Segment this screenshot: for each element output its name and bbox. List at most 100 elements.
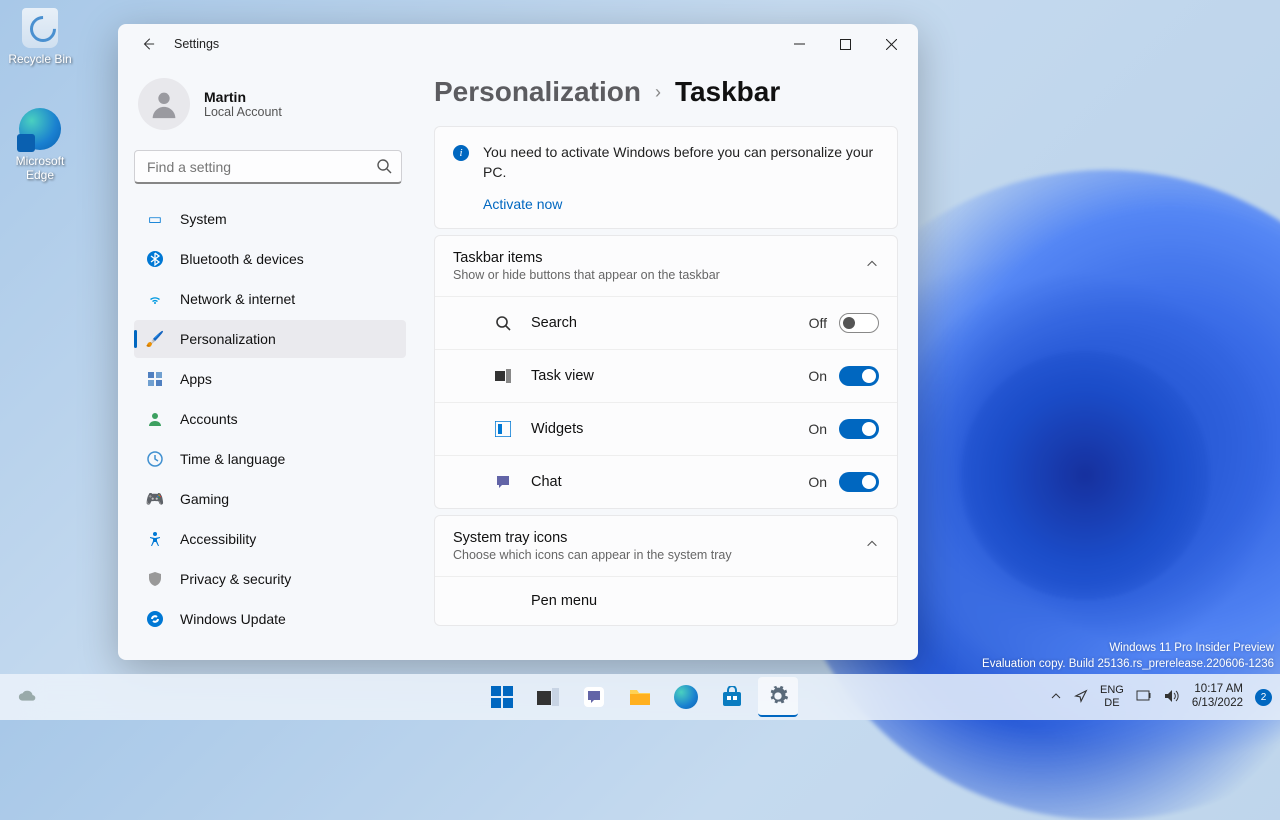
update-icon	[146, 610, 164, 628]
nav-system[interactable]: ▭ System	[134, 200, 406, 238]
apps-icon	[146, 370, 164, 388]
watermark: Windows 11 Pro Insider Preview Evaluatio…	[982, 640, 1274, 672]
toggle-taskview[interactable]	[839, 366, 879, 386]
row-chat: Chat On	[435, 455, 897, 508]
paintbrush-icon: 🖌️	[146, 330, 164, 348]
chat-icon	[493, 474, 513, 490]
store-icon	[721, 686, 743, 708]
nav-network[interactable]: Network & internet	[134, 280, 406, 318]
row-penmenu: Pen menu	[435, 576, 897, 625]
search-icon	[376, 158, 392, 179]
row-taskview: Task view On	[435, 349, 897, 402]
section-header-taskbar-items[interactable]: Taskbar items Show or hide buttons that …	[435, 236, 897, 296]
location-icon[interactable]	[1074, 689, 1088, 706]
taskbar-weather[interactable]	[8, 677, 48, 717]
nav-accessibility[interactable]: Accessibility	[134, 520, 406, 558]
toggle-widgets[interactable]	[839, 419, 879, 439]
desktop-icon-label: Microsoft Edge	[4, 154, 76, 182]
breadcrumb: Personalization › Taskbar	[434, 64, 898, 126]
nav-apps[interactable]: Apps	[134, 360, 406, 398]
bluetooth-icon	[146, 250, 164, 268]
taskbar: ENG DE 10:17 AM 6/13/2022 2	[0, 674, 1280, 720]
chevron-right-icon: ›	[655, 82, 661, 103]
chat-icon	[583, 686, 605, 708]
recycle-bin-icon	[22, 8, 58, 48]
titlebar: Settings	[118, 24, 918, 64]
taskbar-chat[interactable]	[574, 677, 614, 717]
taskbar-store[interactable]	[712, 677, 752, 717]
nav-gaming[interactable]: 🎮 Gaming	[134, 480, 406, 518]
maximize-button[interactable]	[822, 28, 868, 60]
activation-notice: i You need to activate Windows before yo…	[434, 126, 898, 229]
gear-icon	[767, 685, 789, 707]
back-button[interactable]	[130, 26, 166, 62]
language-indicator[interactable]: ENG DE	[1100, 684, 1124, 710]
minimize-icon	[794, 39, 805, 50]
arrow-left-icon	[141, 37, 155, 51]
avatar	[138, 78, 190, 130]
maximize-icon	[840, 39, 851, 50]
search-input[interactable]	[134, 150, 402, 184]
nav-update[interactable]: Windows Update	[134, 600, 406, 638]
clock[interactable]: 10:17 AM 6/13/2022	[1192, 683, 1243, 711]
edge-icon	[674, 685, 698, 709]
search-container	[134, 150, 402, 184]
widgets-icon	[493, 421, 513, 437]
row-widgets: Widgets On	[435, 402, 897, 455]
window-title: Settings	[174, 37, 219, 51]
nav-privacy[interactable]: Privacy & security	[134, 560, 406, 598]
search-icon	[493, 315, 513, 331]
nav-accounts[interactable]: Accounts	[134, 400, 406, 438]
tray-chevron-up-icon[interactable]	[1050, 690, 1062, 705]
toggle-chat[interactable]	[839, 472, 879, 492]
section-header-system-tray[interactable]: System tray icons Choose which icons can…	[435, 516, 897, 576]
taskview-icon	[493, 369, 513, 383]
section-system-tray: System tray icons Choose which icons can…	[434, 515, 898, 626]
edge-icon	[19, 108, 61, 150]
taskbar-explorer[interactable]	[620, 677, 660, 717]
nav-personalization[interactable]: 🖌️ Personalization	[134, 320, 406, 358]
clock-icon	[146, 450, 164, 468]
chevron-up-icon	[865, 537, 879, 556]
sidebar: Martin Local Account ▭ System Bluetooth …	[118, 64, 414, 660]
user-info[interactable]: Martin Local Account	[134, 64, 406, 150]
weather-icon	[17, 686, 39, 708]
wifi-icon	[146, 290, 164, 308]
volume-icon[interactable]	[1164, 689, 1180, 706]
section-taskbar-items: Taskbar items Show or hide buttons that …	[434, 235, 898, 509]
nav-bluetooth[interactable]: Bluetooth & devices	[134, 240, 406, 278]
folder-icon	[629, 687, 651, 707]
settings-window: Settings Martin Local Account	[118, 24, 918, 660]
accessibility-icon	[146, 530, 164, 548]
toggle-search[interactable]	[839, 313, 879, 333]
user-name: Martin	[204, 89, 282, 105]
breadcrumb-parent[interactable]: Personalization	[434, 76, 641, 108]
nav-time[interactable]: Time & language	[134, 440, 406, 478]
windows-logo-icon	[491, 686, 513, 708]
user-account-type: Local Account	[204, 105, 282, 119]
monitor-icon: ▭	[146, 210, 164, 228]
desktop-icon-label: Recycle Bin	[4, 52, 76, 66]
close-icon	[886, 39, 897, 50]
row-search: Search Off	[435, 296, 897, 349]
taskview-icon	[537, 688, 559, 706]
gamepad-icon: 🎮	[146, 490, 164, 508]
activate-now-link[interactable]: Activate now	[483, 196, 879, 212]
chevron-up-icon	[865, 257, 879, 276]
notification-badge[interactable]: 2	[1255, 689, 1272, 706]
page-title: Taskbar	[675, 76, 780, 108]
activation-text: You need to activate Windows before you …	[483, 143, 879, 182]
network-tray-icon[interactable]	[1136, 689, 1152, 706]
minimize-button[interactable]	[776, 28, 822, 60]
start-button[interactable]	[482, 677, 522, 717]
close-button[interactable]	[868, 28, 914, 60]
desktop-icon-edge[interactable]: Microsoft Edge	[4, 108, 76, 182]
taskbar-edge[interactable]	[666, 677, 706, 717]
taskbar-taskview[interactable]	[528, 677, 568, 717]
person-icon	[146, 410, 164, 428]
taskbar-settings[interactable]	[758, 677, 798, 717]
shield-icon	[146, 570, 164, 588]
desktop-icon-recycle-bin[interactable]: Recycle Bin	[4, 8, 76, 66]
info-icon: i	[453, 145, 469, 161]
content-area[interactable]: Personalization › Taskbar i You need to …	[414, 64, 918, 660]
